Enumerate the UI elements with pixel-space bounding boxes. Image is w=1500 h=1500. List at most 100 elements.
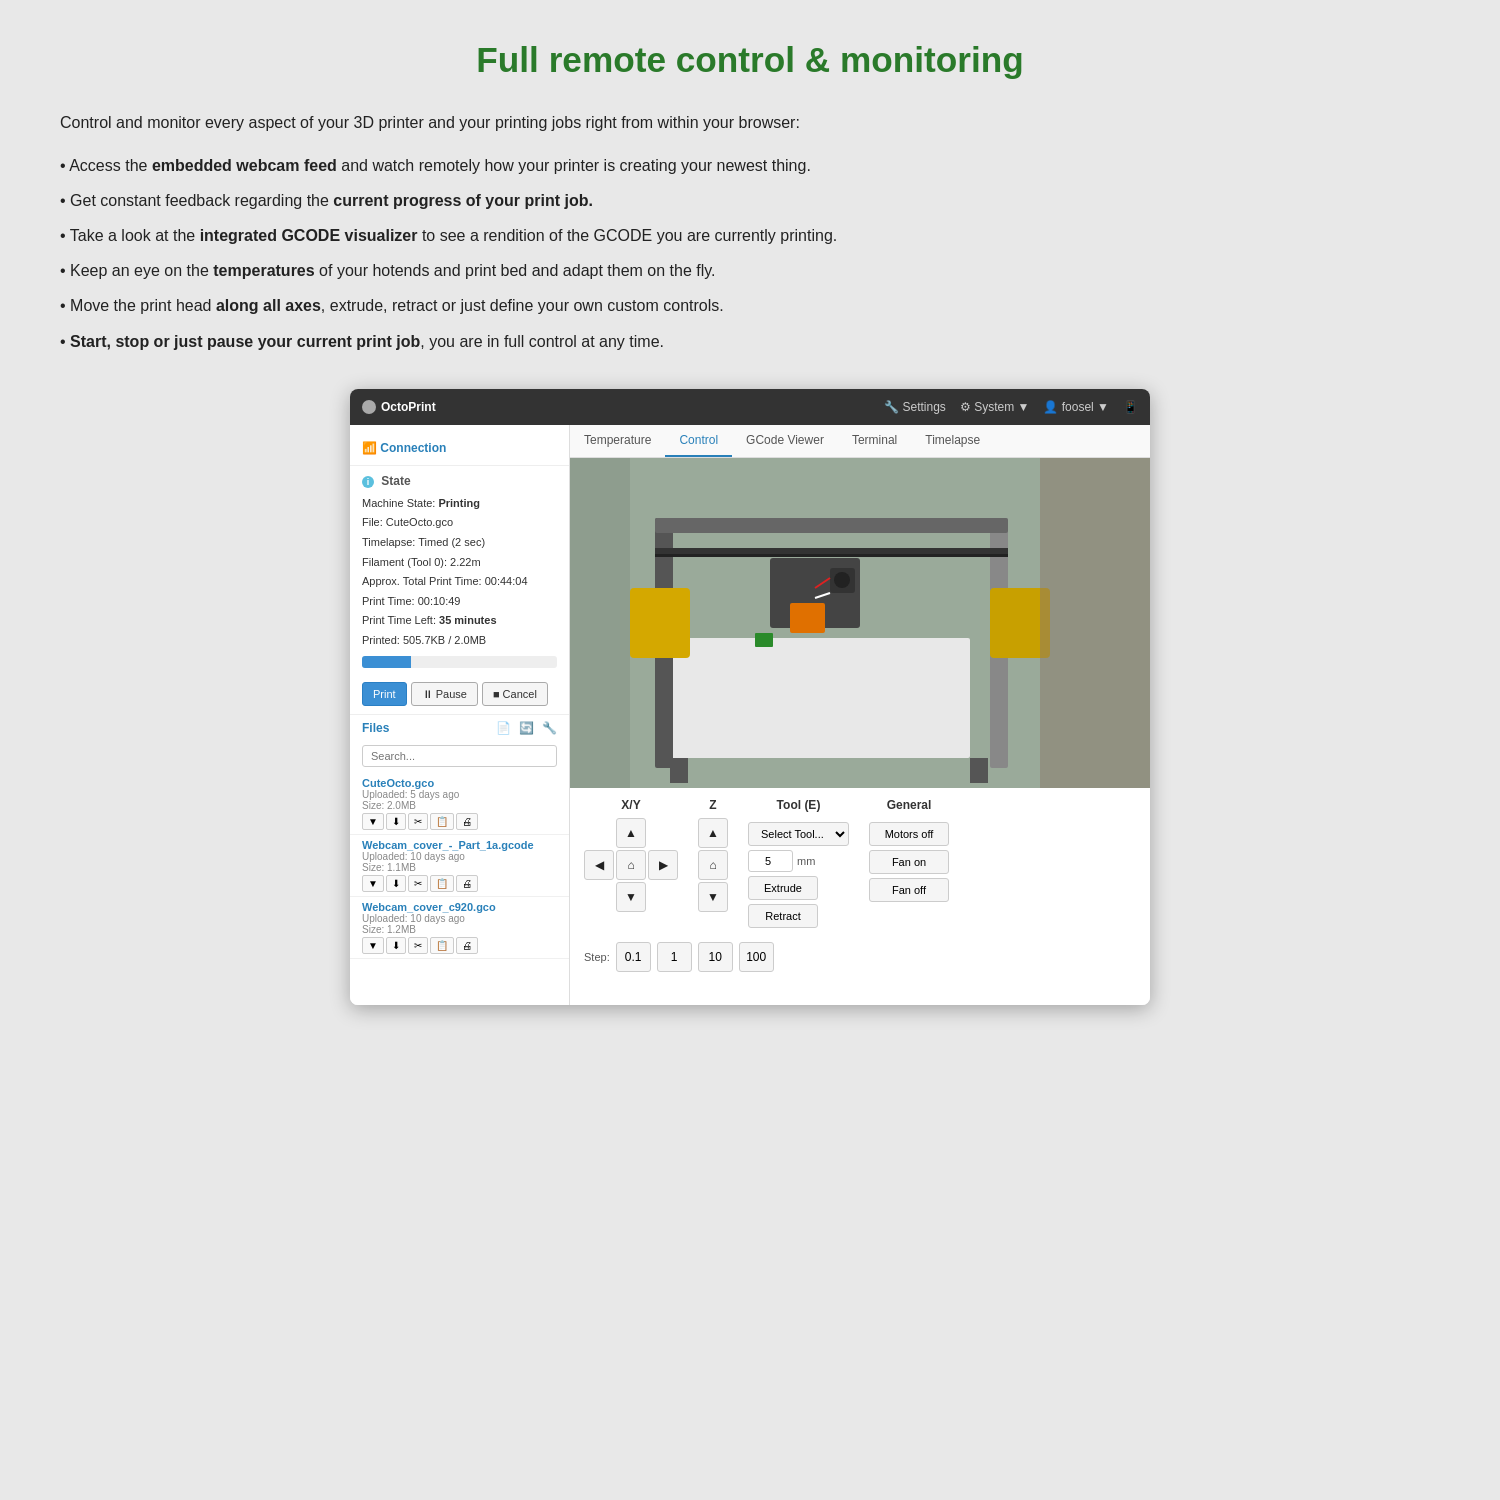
state-title: i State [350,470,569,494]
bullet-5: Move the print head along all axes, extr… [60,288,1440,323]
motors-off-button[interactable]: Motors off [869,822,949,846]
file-action-print-1[interactable]: 🖨 [456,813,478,830]
tab-terminal[interactable]: Terminal [838,425,911,457]
tabs-bar: Temperature Control GCode Viewer Termina… [570,425,1150,458]
file-action-download-3[interactable]: ⬇ [386,937,406,954]
tool-select-dropdown[interactable]: Select Tool... [748,822,849,846]
nav-system[interactable]: ⚙ System ▼ [960,400,1030,414]
extrude-button[interactable]: Extrude [748,876,818,900]
z-home-button[interactable]: ⌂ [698,850,728,880]
file-actions-1: ▼ ⬇ ✂ 📋 🖨 [362,813,557,830]
file-action-copy-3[interactable]: 📋 [430,937,454,954]
print-time-left-row: Print Time Left: 35 minutes [350,611,569,631]
file-actions-2: ▼ ⬇ ✂ 📋 🖨 [362,875,557,892]
file-action-copy-2[interactable]: 📋 [430,875,454,892]
file-action-copy-1[interactable]: 📋 [430,813,454,830]
mm-input[interactable] [748,850,793,872]
total-print-time-row: Approx. Total Print Time: 00:44:04 [350,572,569,592]
tool-controls: Tool (E) Select Tool... mm Extrude Retra… [748,798,849,928]
controls-section: X/Y ▲ ◀ ⌂ ▶ ▼ Z [570,788,1150,938]
screenshot-container: OctoPrint 🔧 Settings ⚙ System ▼ 👤 foosel… [350,389,1150,1005]
bullet-4: Keep an eye on the temperatures of your … [60,253,1440,288]
tab-control[interactable]: Control [665,425,732,457]
xy-empty-tl [584,818,614,848]
tab-gcode-viewer[interactable]: GCode Viewer [732,425,838,457]
files-icon-group: 📄 🔄 🔧 [496,721,557,735]
file-action-select-1[interactable]: ▼ [362,813,384,830]
step-10-button[interactable]: 10 [698,942,733,972]
xy-home-button[interactable]: ⌂ [616,850,646,880]
retract-button[interactable]: Retract [748,904,818,928]
xy-label: X/Y [584,798,678,812]
file-action-print-2[interactable]: 🖨 [456,875,478,892]
file-meta-3-uploaded: Uploaded: 10 days ago [362,913,557,924]
filament-row: Filament (Tool 0): 2.22m [350,553,569,573]
sidebar: 📶 Connection i State Machine State: Prin… [350,425,570,1005]
file-action-move-3[interactable]: ✂ [408,937,428,954]
progress-bar [362,656,557,668]
step-100-button[interactable]: 100 [739,942,774,972]
svg-rect-17 [1040,458,1150,788]
octoprint-navbar: OctoPrint 🔧 Settings ⚙ System ▼ 👤 foosel… [350,389,1150,425]
octoprint-brand: OctoPrint [362,400,436,414]
file-action-select-2[interactable]: ▼ [362,875,384,892]
step-0.1-button[interactable]: 0.1 [616,942,651,972]
settings-icon[interactable]: 🔧 [542,721,557,735]
bullet-6: Start, stop or just pause your current p… [60,324,1440,359]
file-action-download-2[interactable]: ⬇ [386,875,406,892]
bullet-3: Take a look at the integrated GCODE visu… [60,218,1440,253]
octoprint-logo [362,400,376,414]
brand-name: OctoPrint [381,400,436,414]
nav-links: 🔧 Settings ⚙ System ▼ 👤 foosel ▼ 📱 [884,400,1138,414]
nav-user[interactable]: 👤 foosel ▼ [1043,400,1109,414]
pause-button[interactable]: ⏸ Pause [411,682,478,706]
fan-on-button[interactable]: Fan on [869,850,949,874]
nav-settings[interactable]: 🔧 Settings [884,400,946,414]
bullet-2: Get constant feedback regarding the curr… [60,183,1440,218]
connection-icon: 📶 [362,441,377,455]
z-label: Z [698,798,728,812]
print-button[interactable]: Print [362,682,407,706]
step-1-button[interactable]: 1 [657,942,692,972]
tool-label: Tool (E) [748,798,849,812]
refresh-icon[interactable]: 🔄 [519,721,534,735]
svg-point-10 [834,572,850,588]
print-controls: Print ⏸ Pause ■ Cancel [350,674,569,714]
main-panel: Temperature Control GCode Viewer Termina… [570,425,1150,1005]
fan-off-button[interactable]: Fan off [869,878,949,902]
progress-bar-fill [362,656,411,668]
xy-right-button[interactable]: ▶ [648,850,678,880]
file-action-download-1[interactable]: ⬇ [386,813,406,830]
bullet-1: Access the embedded webcam feed and watc… [60,148,1440,183]
xy-up-button[interactable]: ▲ [616,818,646,848]
tab-temperature[interactable]: Temperature [570,425,665,457]
step-label: Step: [584,951,610,963]
file-item-3: Webcam_cover_c920.gco Uploaded: 10 days … [350,897,569,959]
xy-empty-br [648,882,678,912]
xy-left-button[interactable]: ◀ [584,850,614,880]
file-action-select-3[interactable]: ▼ [362,937,384,954]
printer-svg [570,458,1150,788]
file-action-print-3[interactable]: 🖨 [456,937,478,954]
z-down-button[interactable]: ▼ [698,882,728,912]
file-name-2: Webcam_cover_-_Part_1a.gcode [362,839,557,851]
file-item-1: CuteOcto.gco Uploaded: 5 days ago Size: … [350,773,569,835]
webcam-feed [570,458,1150,788]
file-icon[interactable]: 📄 [496,721,511,735]
z-col: ▲ ⌂ ▼ [698,818,728,912]
file-meta-2-uploaded: Uploaded: 10 days ago [362,851,557,862]
tab-timelapse[interactable]: Timelapse [911,425,994,457]
xy-down-button[interactable]: ▼ [616,882,646,912]
svg-rect-13 [670,758,688,783]
cancel-button[interactable]: ■ Cancel [482,682,548,706]
z-up-button[interactable]: ▲ [698,818,728,848]
file-meta-3-size: Size: 1.2MB [362,924,557,935]
printed-row: Printed: 505.7KB / 2.0MB [350,631,569,651]
file-action-move-1[interactable]: ✂ [408,813,428,830]
file-action-move-2[interactable]: ✂ [408,875,428,892]
nav-mobile[interactable]: 📱 [1123,400,1138,414]
file-search-input[interactable] [362,745,557,767]
octoprint-body: 📶 Connection i State Machine State: Prin… [350,425,1150,1005]
mm-input-row: mm [748,850,849,872]
xy-grid: ▲ ◀ ⌂ ▶ ▼ [584,818,678,912]
